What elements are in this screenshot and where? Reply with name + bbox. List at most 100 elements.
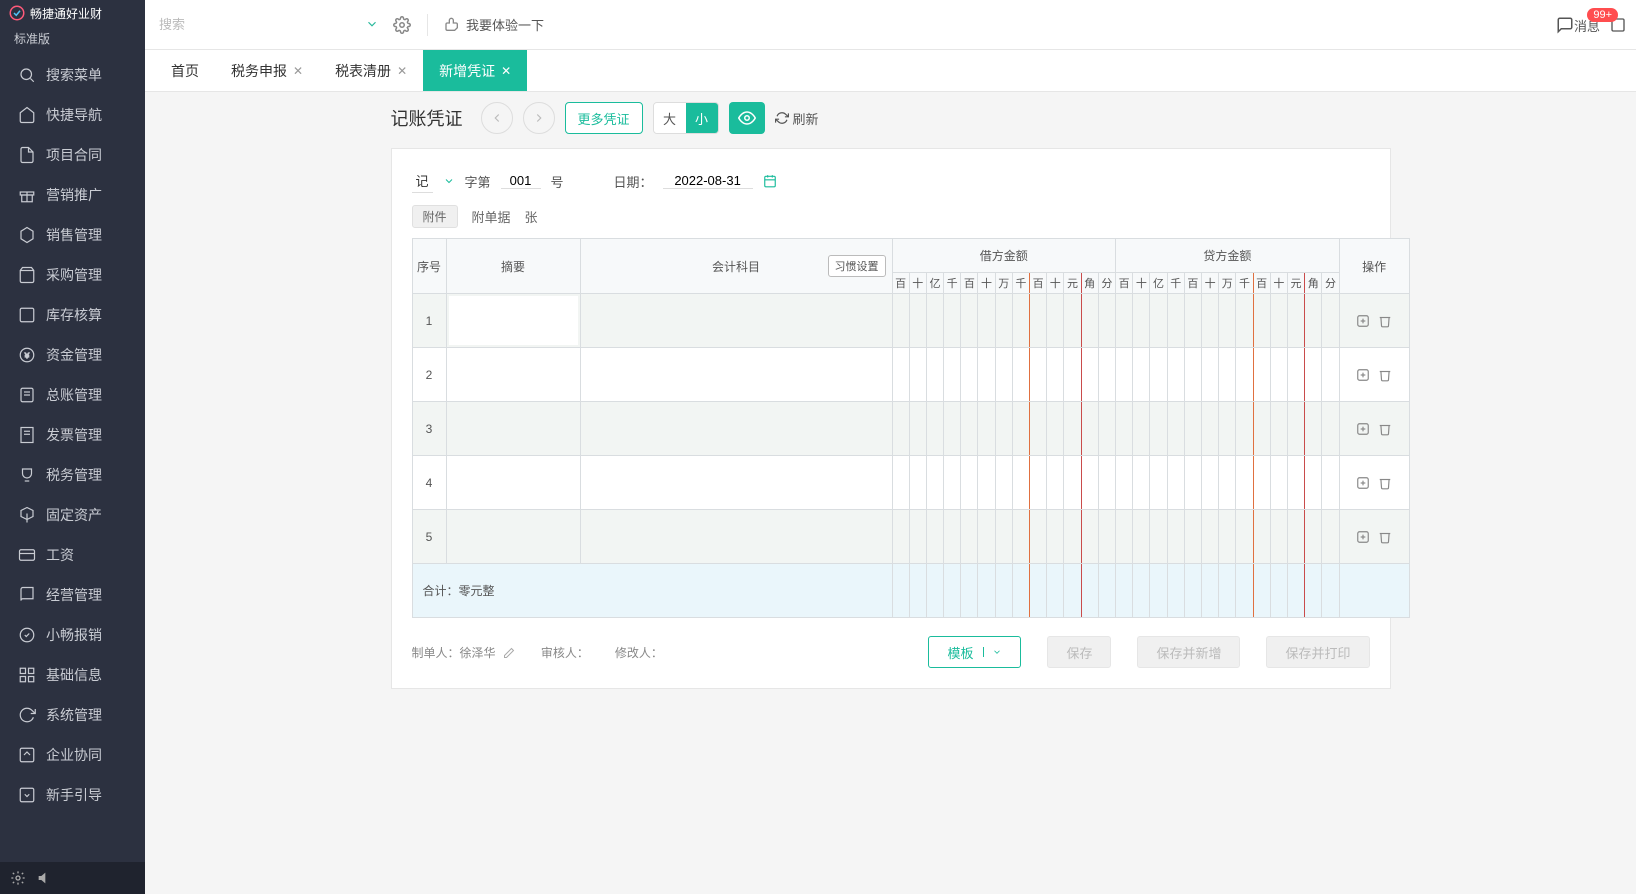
amount-digit-cell[interactable] (995, 510, 1012, 564)
amount-digit-cell[interactable] (926, 510, 943, 564)
amount-digit-cell[interactable] (1030, 456, 1047, 510)
amount-digit-cell[interactable] (892, 348, 909, 402)
account-cell[interactable] (580, 294, 892, 348)
amount-digit-cell[interactable] (1167, 456, 1184, 510)
sidebar-item-4[interactable]: 销售管理 (0, 215, 145, 255)
amount-digit-cell[interactable] (1253, 294, 1270, 348)
amount-digit-cell[interactable] (1305, 510, 1322, 564)
amount-digit-cell[interactable] (1064, 348, 1081, 402)
amount-digit-cell[interactable] (961, 510, 978, 564)
amount-digit-cell[interactable] (1202, 456, 1219, 510)
amount-digit-cell[interactable] (1116, 402, 1133, 456)
amount-digit-cell[interactable] (1133, 402, 1150, 456)
summary-cell[interactable] (446, 348, 580, 402)
amount-digit-cell[interactable] (1098, 402, 1115, 456)
voucher-type-select[interactable]: 记 (412, 169, 433, 193)
amount-digit-cell[interactable] (944, 402, 961, 456)
volume-icon[interactable] (36, 870, 52, 886)
amount-digit-cell[interactable] (1098, 294, 1115, 348)
amount-digit-cell[interactable] (978, 294, 995, 348)
tab-2[interactable]: 税表清册✕ (319, 50, 423, 91)
sidebar-item-2[interactable]: 项目合同 (0, 135, 145, 175)
prev-voucher-button[interactable] (481, 102, 513, 134)
sidebar-item-14[interactable]: 小畅报销 (0, 615, 145, 655)
amount-digit-cell[interactable] (1012, 348, 1029, 402)
amount-digit-cell[interactable] (944, 456, 961, 510)
amount-digit-cell[interactable] (1219, 402, 1236, 456)
amount-digit-cell[interactable] (1133, 294, 1150, 348)
close-icon[interactable]: ✕ (293, 64, 303, 78)
sidebar-item-0[interactable]: 搜索菜单 (0, 55, 145, 95)
amount-digit-cell[interactable] (1202, 402, 1219, 456)
amount-digit-cell[interactable] (1270, 510, 1287, 564)
amount-digit-cell[interactable] (1202, 294, 1219, 348)
edit-icon[interactable] (503, 647, 515, 659)
summary-cell[interactable] (446, 402, 580, 456)
amount-digit-cell[interactable] (1150, 294, 1167, 348)
amount-digit-cell[interactable] (1219, 348, 1236, 402)
amount-digit-cell[interactable] (1116, 510, 1133, 564)
amount-digit-cell[interactable] (1236, 294, 1253, 348)
amount-digit-cell[interactable] (892, 402, 909, 456)
amount-digit-cell[interactable] (909, 456, 926, 510)
amount-digit-cell[interactable] (909, 294, 926, 348)
amount-digit-cell[interactable] (1253, 456, 1270, 510)
amount-digit-cell[interactable] (1047, 402, 1064, 456)
try-experience-link[interactable]: 我要体验一下 (444, 15, 544, 34)
attachment-chip[interactable]: 附件 (412, 205, 458, 228)
amount-digit-cell[interactable] (1184, 402, 1201, 456)
amount-digit-cell[interactable] (1322, 510, 1339, 564)
settings-icon[interactable] (10, 870, 26, 886)
amount-digit-cell[interactable] (1253, 510, 1270, 564)
amount-digit-cell[interactable] (944, 510, 961, 564)
summary-cell[interactable] (446, 294, 580, 348)
amount-digit-cell[interactable] (944, 348, 961, 402)
amount-digit-cell[interactable] (1030, 510, 1047, 564)
sidebar-item-9[interactable]: 发票管理 (0, 415, 145, 455)
amount-digit-cell[interactable] (1150, 348, 1167, 402)
amount-digit-cell[interactable] (1167, 294, 1184, 348)
amount-digit-cell[interactable] (1064, 510, 1081, 564)
account-cell[interactable] (580, 510, 892, 564)
amount-digit-cell[interactable] (892, 294, 909, 348)
amount-digit-cell[interactable] (1287, 294, 1304, 348)
amount-digit-cell[interactable] (1012, 510, 1029, 564)
preview-button[interactable] (729, 102, 765, 134)
amount-digit-cell[interactable] (1012, 456, 1029, 510)
gear-icon[interactable] (393, 16, 411, 34)
save-button[interactable]: 保存 (1047, 636, 1111, 668)
amount-digit-cell[interactable] (1287, 348, 1304, 402)
save-new-button[interactable]: 保存并新增 (1137, 636, 1240, 668)
delete-row-icon[interactable] (1378, 314, 1392, 328)
tab-3[interactable]: 新增凭证✕ (423, 50, 527, 91)
amount-digit-cell[interactable] (1236, 510, 1253, 564)
amount-digit-cell[interactable] (1219, 510, 1236, 564)
amount-digit-cell[interactable] (1236, 348, 1253, 402)
voucher-number-input[interactable] (501, 173, 541, 189)
refresh-button[interactable]: 刷新 (775, 109, 819, 128)
amount-digit-cell[interactable] (1184, 294, 1201, 348)
amount-digit-cell[interactable] (1322, 294, 1339, 348)
amount-digit-cell[interactable] (1287, 402, 1304, 456)
sidebar-item-17[interactable]: 企业协同 (0, 735, 145, 775)
tab-0[interactable]: 首页 (155, 50, 215, 91)
amount-digit-cell[interactable] (978, 348, 995, 402)
summary-cell[interactable] (446, 456, 580, 510)
amount-digit-cell[interactable] (961, 294, 978, 348)
amount-digit-cell[interactable] (926, 294, 943, 348)
amount-digit-cell[interactable] (926, 456, 943, 510)
add-row-icon[interactable] (1356, 314, 1370, 328)
amount-digit-cell[interactable] (1081, 348, 1098, 402)
add-row-icon[interactable] (1356, 530, 1370, 544)
tab-1[interactable]: 税务申报✕ (215, 50, 319, 91)
amount-digit-cell[interactable] (1322, 348, 1339, 402)
amount-digit-cell[interactable] (1253, 402, 1270, 456)
amount-digit-cell[interactable] (926, 402, 943, 456)
amount-digit-cell[interactable] (1064, 294, 1081, 348)
save-print-button[interactable]: 保存并打印 (1266, 636, 1369, 668)
amount-digit-cell[interactable] (926, 348, 943, 402)
amount-digit-cell[interactable] (995, 348, 1012, 402)
amount-digit-cell[interactable] (1081, 402, 1098, 456)
amount-digit-cell[interactable] (1236, 402, 1253, 456)
delete-row-icon[interactable] (1378, 476, 1392, 490)
